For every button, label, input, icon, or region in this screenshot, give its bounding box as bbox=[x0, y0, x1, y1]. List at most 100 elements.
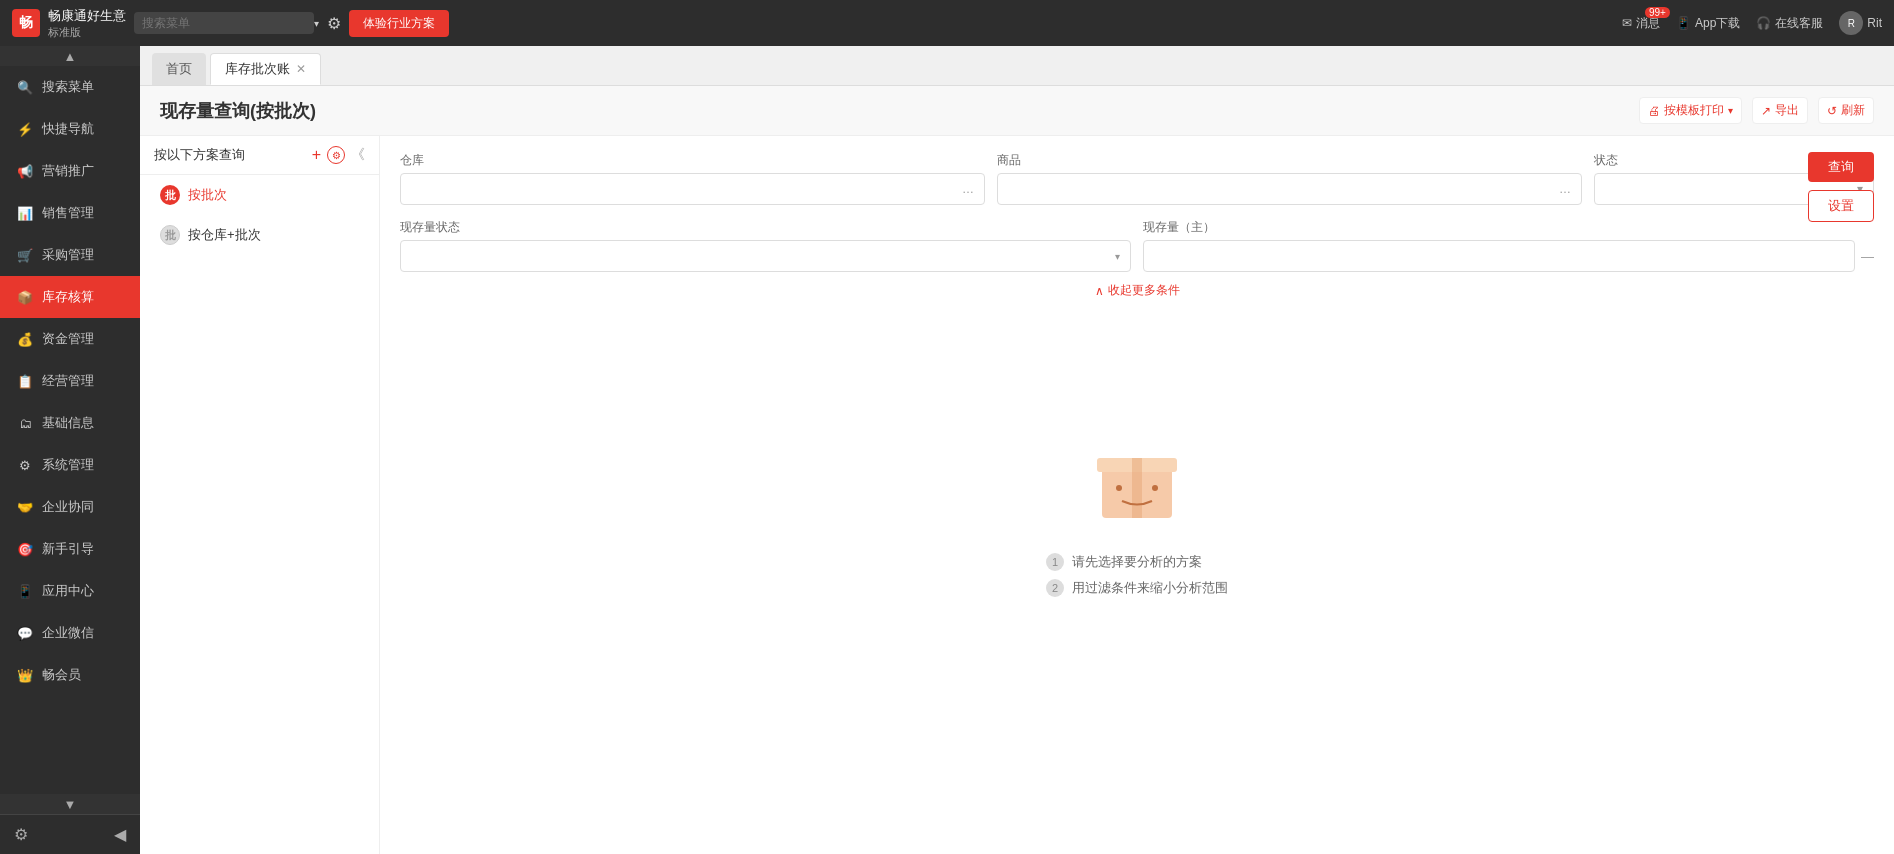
member-icon: 👑 bbox=[16, 666, 34, 684]
warehouse-filter: 仓库 … bbox=[400, 152, 985, 205]
query-button[interactable]: 查询 bbox=[1808, 152, 1874, 182]
sidebar-item-label: 采购管理 bbox=[42, 246, 94, 264]
sidebar-items: 🔍 搜索菜单 ⚡ 快捷导航 📢 营销推广 📊 销售管理 🛒 采购管理 📦 bbox=[0, 66, 140, 794]
sidebar: ▲ 🔍 搜索菜单 ⚡ 快捷导航 📢 营销推广 📊 销售管理 🛒 采购管理 bbox=[0, 46, 140, 854]
inventory-status-filter: 现存量状态 ▾ bbox=[400, 219, 1131, 272]
avatar: R bbox=[1839, 11, 1863, 35]
sidebar-item-operations[interactable]: 📋 经营管理 bbox=[0, 360, 140, 402]
tip-1-num: 1 bbox=[1046, 553, 1064, 571]
plan-settings-icon[interactable]: ⚙ bbox=[327, 146, 345, 164]
sidebar-scroll-down[interactable]: ▼ bbox=[0, 794, 140, 814]
search-wrap[interactable]: ▾ bbox=[134, 12, 319, 34]
print-dropdown-icon[interactable]: ▾ bbox=[1728, 105, 1733, 116]
app-download-button[interactable]: 📱 App下载 bbox=[1676, 15, 1740, 32]
tab-home[interactable]: 首页 bbox=[152, 53, 206, 85]
inventory-status-arrow: ▾ bbox=[1115, 251, 1120, 262]
operations-icon: 📋 bbox=[16, 372, 34, 390]
user-area[interactable]: R Rit bbox=[1839, 11, 1882, 35]
phone-icon: 📱 bbox=[1676, 16, 1691, 30]
warehouse-input[interactable] bbox=[411, 182, 962, 196]
empty-tip-2: 2 用过滤条件来缩小分析范围 bbox=[1046, 579, 1228, 597]
tab-batch-account[interactable]: 库存批次账 ✕ bbox=[210, 53, 321, 85]
settings-icon[interactable]: ⚙ bbox=[327, 14, 341, 33]
search-dropdown-icon[interactable]: ▾ bbox=[314, 18, 319, 29]
product-more-icon[interactable]: … bbox=[1559, 182, 1571, 196]
messages-button[interactable]: ✉ 消息 99+ bbox=[1622, 15, 1660, 32]
app-logo: 畅 bbox=[12, 9, 40, 37]
left-panel-collapse-icon[interactable]: 《 bbox=[351, 146, 365, 164]
sidebar-item-purchase[interactable]: 🛒 采购管理 bbox=[0, 234, 140, 276]
online-service-button[interactable]: 🎧 在线客服 bbox=[1756, 15, 1823, 32]
topbar-left: 畅 畅康通好生意 标准版 ▾ ⚙ 体验行业方案 bbox=[12, 7, 449, 40]
plan-item-by-batch[interactable]: 批 按批次 bbox=[140, 175, 379, 215]
page-header-actions: 🖨 按模板打印 ▾ ↗ 导出 ↺ 刷新 bbox=[1639, 97, 1874, 124]
collapse-more-button[interactable]: ∧ 收起更多条件 bbox=[400, 282, 1874, 299]
sidebar-item-basic[interactable]: 🗂 基础信息 bbox=[0, 402, 140, 444]
sidebar-scroll-up[interactable]: ▲ bbox=[0, 46, 140, 66]
sidebar-item-label: 快捷导航 bbox=[42, 120, 94, 138]
purchase-icon: 🛒 bbox=[16, 246, 34, 264]
plan-warehouse-batch-icon: 批 bbox=[160, 225, 180, 245]
headset-icon: 🎧 bbox=[1756, 16, 1771, 30]
sidebar-item-inventory[interactable]: 📦 库存核算 bbox=[0, 276, 140, 318]
split-layout: 按以下方案查询 + ⚙ 《 批 按批次 批 按仓库+批次 bbox=[140, 136, 1894, 854]
warehouse-label: 仓库 bbox=[400, 152, 985, 169]
finance-icon: 💰 bbox=[16, 330, 34, 348]
wechat-icon: 💬 bbox=[16, 624, 34, 642]
warehouse-input-wrap[interactable]: … bbox=[400, 173, 985, 205]
sidebar-item-quick-nav[interactable]: ⚡ 快捷导航 bbox=[0, 108, 140, 150]
sidebar-item-label: 系统管理 bbox=[42, 456, 94, 474]
left-panel-actions: + ⚙ 《 bbox=[312, 146, 365, 164]
search-menu-icon: 🔍 bbox=[16, 78, 34, 96]
sidebar-item-sales[interactable]: 📊 销售管理 bbox=[0, 192, 140, 234]
export-icon: ↗ bbox=[1761, 104, 1771, 118]
right-panel: 查询 设置 仓库 … bbox=[380, 136, 1894, 854]
sidebar-item-label: 基础信息 bbox=[42, 414, 94, 432]
action-buttons: 查询 设置 bbox=[1808, 152, 1874, 222]
inventory-icon: 📦 bbox=[16, 288, 34, 306]
left-panel: 按以下方案查询 + ⚙ 《 批 按批次 批 按仓库+批次 bbox=[140, 136, 380, 854]
sidebar-item-label: 营销推广 bbox=[42, 162, 94, 180]
sidebar-item-finance[interactable]: 💰 资金管理 bbox=[0, 318, 140, 360]
search-input[interactable] bbox=[134, 12, 314, 34]
sidebar-item-system[interactable]: ⚙ 系统管理 bbox=[0, 444, 140, 486]
refresh-button[interactable]: ↺ 刷新 bbox=[1818, 97, 1874, 124]
sidebar-collapse-icon[interactable]: ◀ bbox=[114, 825, 126, 844]
sidebar-settings-icon[interactable]: ⚙ bbox=[14, 825, 28, 844]
print-template-button[interactable]: 🖨 按模板打印 ▾ bbox=[1639, 97, 1742, 124]
system-icon: ⚙ bbox=[16, 456, 34, 474]
plan-item-warehouse-batch[interactable]: 批 按仓库+批次 bbox=[140, 215, 379, 255]
svg-point-4 bbox=[1152, 485, 1158, 491]
sidebar-item-newbie[interactable]: 🎯 新手引导 bbox=[0, 528, 140, 570]
product-label: 商品 bbox=[997, 152, 1582, 169]
settings-button[interactable]: 设置 bbox=[1808, 190, 1874, 222]
product-input-wrap[interactable]: … bbox=[997, 173, 1582, 205]
sidebar-item-label: 资金管理 bbox=[42, 330, 94, 348]
tab-home-label: 首页 bbox=[166, 60, 192, 78]
refresh-label: 刷新 bbox=[1841, 102, 1865, 119]
trial-button[interactable]: 体验行业方案 bbox=[349, 10, 449, 37]
export-button[interactable]: ↗ 导出 bbox=[1752, 97, 1808, 124]
sidebar-item-label: 应用中心 bbox=[42, 582, 94, 600]
product-input[interactable] bbox=[1008, 182, 1559, 196]
tip-2-num: 2 bbox=[1046, 579, 1064, 597]
sidebar-item-wechat[interactable]: 💬 企业微信 bbox=[0, 612, 140, 654]
print-template-label: 按模板打印 bbox=[1664, 102, 1724, 119]
warehouse-more-icon[interactable]: … bbox=[962, 182, 974, 196]
sidebar-item-marketing[interactable]: 📢 营销推广 bbox=[0, 150, 140, 192]
add-plan-icon[interactable]: + bbox=[312, 146, 321, 164]
tab-close-icon[interactable]: ✕ bbox=[296, 62, 306, 76]
sidebar-item-member[interactable]: 👑 畅会员 bbox=[0, 654, 140, 696]
empty-tips: 1 请先选择要分析的方案 2 用过滤条件来缩小分析范围 bbox=[1046, 553, 1228, 597]
sidebar-item-enterprise[interactable]: 🤝 企业协同 bbox=[0, 486, 140, 528]
left-panel-header: 按以下方案查询 + ⚙ 《 bbox=[140, 136, 379, 175]
svg-rect-2 bbox=[1132, 458, 1142, 518]
topbar: 畅 畅康通好生意 标准版 ▾ ⚙ 体验行业方案 ✉ 消息 99+ 📱 App下载… bbox=[0, 0, 1894, 46]
inventory-status-dropdown[interactable]: ▾ bbox=[400, 240, 1131, 272]
sidebar-item-app-center[interactable]: 📱 应用中心 bbox=[0, 570, 140, 612]
sidebar-item-search-menu[interactable]: 🔍 搜索菜单 bbox=[0, 66, 140, 108]
inventory-main-from[interactable] bbox=[1143, 240, 1855, 272]
topbar-right: ✉ 消息 99+ 📱 App下载 🎧 在线客服 R Rit bbox=[1622, 11, 1882, 35]
collapse-more-icon: ∧ bbox=[1095, 284, 1104, 298]
marketing-icon: 📢 bbox=[16, 162, 34, 180]
